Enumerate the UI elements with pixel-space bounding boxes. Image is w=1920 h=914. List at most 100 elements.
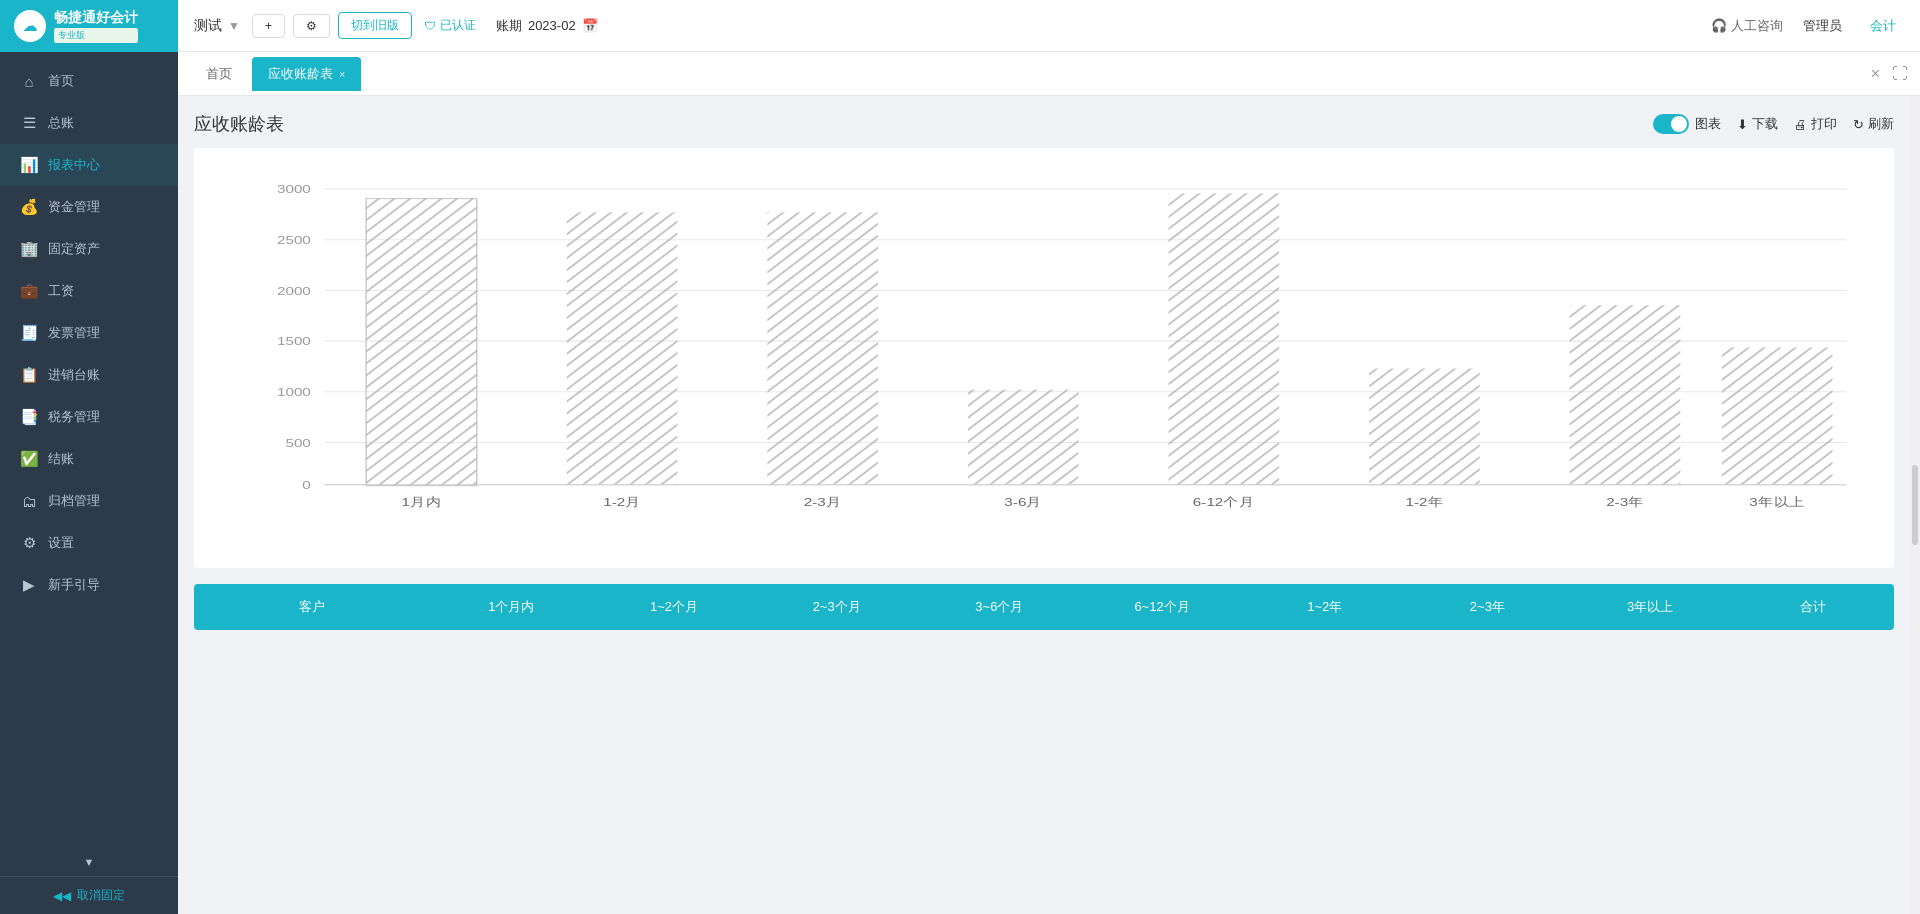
scroll-down-btn[interactable]: ▼ [0,848,178,876]
support-label: 人工咨询 [1731,17,1783,35]
sidebar-item-label-guide: 新手引导 [48,576,100,594]
settings-btn[interactable]: ⚙ [293,14,330,38]
support-btn[interactable]: 🎧 人工咨询 [1711,17,1783,35]
topbar-cert: 🛡 已认证 [424,17,476,34]
table-header-cell: 6~12个月 [1081,584,1244,630]
sidebar-item-guide[interactable]: ▶ 新手引导 [0,564,178,606]
svg-text:1月内: 1月内 [402,495,442,508]
tab-receivable-aging[interactable]: 应收账龄表 × [252,57,361,91]
refresh-label: 刷新 [1868,115,1894,133]
switch-version-btn[interactable]: 切到旧版 [338,12,412,39]
sidebar-pin-btn[interactable]: ◀◀ 取消固定 [0,876,178,914]
chart-container: 0 500 1000 1500 2000 2500 3000 [194,148,1894,568]
sidebar-item-settle[interactable]: ✅ 结账 [0,438,178,480]
svg-text:2500: 2500 [277,234,311,247]
home-icon: ⌂ [20,73,38,90]
svg-text:6-12个月: 6-12个月 [1193,495,1255,508]
logo-name: 畅捷通好会计 [54,9,138,26]
cert-label: 已认证 [440,17,476,34]
sidebar-item-label-trade: 进销台账 [48,366,100,384]
support-icon: 🎧 [1711,18,1727,33]
svg-text:1000: 1000 [277,386,311,399]
svg-rect-16 [567,212,678,484]
chart-toggle-switch[interactable] [1653,114,1689,134]
topbar-period[interactable]: 账期 2023-02 📅 [496,17,598,35]
table-header-cell: 1~2年 [1243,584,1406,630]
scrollbar-track[interactable] [1910,96,1920,914]
sidebar-item-wages[interactable]: 💼 工资 [0,270,178,312]
download-btn[interactable]: ⬇ 下载 [1737,115,1778,133]
period-label: 账期 [496,17,522,35]
role-btn[interactable]: 会计 [1862,13,1904,39]
trade-icon: 📋 [20,366,38,384]
sidebar-item-label-wages: 工资 [48,282,74,300]
sidebar-item-label-reports: 报表中心 [48,156,100,174]
table-header-cell: 3年以上 [1569,584,1732,630]
sidebar-item-reports[interactable]: 📊 报表中心 [0,144,178,186]
logo-badge: 专业版 [54,28,138,43]
close-window-btn[interactable]: × [1871,65,1880,83]
table-header-cell: 2~3年 [1406,584,1569,630]
scrollbar-thumb[interactable] [1912,465,1918,545]
print-btn[interactable]: 🖨 打印 [1794,115,1837,133]
svg-text:500: 500 [285,436,310,449]
svg-text:2-3年: 2-3年 [1606,495,1644,508]
sidebar-item-label-tax: 税务管理 [48,408,100,426]
refresh-btn[interactable]: ↻ 刷新 [1853,115,1894,133]
sidebar-item-label-home: 首页 [48,72,74,90]
expand-window-btn[interactable]: ⛶ [1892,65,1908,83]
logo-icon: ☁ [14,10,46,42]
sidebar-item-funds[interactable]: 💰 资金管理 [0,186,178,228]
table-header-cell: 客户 [194,584,430,630]
sidebar-item-ledger[interactable]: ☰ 总账 [0,102,178,144]
sidebar-item-archive[interactable]: 🗂 归档管理 [0,480,178,522]
sidebar-item-label-invoices: 发票管理 [48,324,100,342]
pin-left-icon: ◀◀ [53,889,71,903]
chart-toggle-group: 图表 [1653,114,1721,134]
chart-svg-wrapper: 0 500 1000 1500 2000 2500 3000 [214,168,1874,548]
period-value: 2023-02 [528,18,576,33]
download-icon: ⬇ [1737,117,1748,132]
svg-text:3-6月: 3-6月 [1004,495,1042,508]
sidebar-nav: ⌂ 首页 ☰ 总账 📊 报表中心 💰 资金管理 🏢 固定资产 💼 工资 🧾 发票… [0,52,178,848]
svg-text:1-2月: 1-2月 [603,495,641,508]
sidebar-item-trade[interactable]: 📋 进销台账 [0,354,178,396]
svg-rect-18 [968,390,1079,485]
calendar-icon: 📅 [582,18,598,33]
print-label: 打印 [1811,115,1837,133]
svg-rect-20 [1369,369,1480,485]
sidebar-item-tax[interactable]: 📑 税务管理 [0,396,178,438]
print-icon: 🖨 [1794,117,1807,132]
tab-active-label: 应收账龄表 [268,65,333,83]
sidebar: ☁ 畅捷通好会计 专业版 ⌂ 首页 ☰ 总账 📊 报表中心 💰 资金管理 🏢 固… [0,0,178,914]
tab-close-icon[interactable]: × [339,68,345,80]
sidebar-logo: ☁ 畅捷通好会计 专业版 [0,0,178,52]
sidebar-item-settings[interactable]: ⚙ 设置 [0,522,178,564]
content-area: 应收账龄表 图表 ⬇ 下载 🖨 打印 ↻ [178,96,1920,914]
sidebar-item-label-settings: 设置 [48,534,74,552]
sidebar-item-assets[interactable]: 🏢 固定资产 [0,228,178,270]
sidebar-item-home[interactable]: ⌂ 首页 [0,60,178,102]
sidebar-item-label-ledger: 总账 [48,114,74,132]
table-header-cell: 2~3个月 [755,584,918,630]
reports-icon: 📊 [20,156,38,174]
table-header-cell: 合计 [1731,584,1894,630]
topbar-actions: + ⚙ 切到旧版 [252,12,412,39]
sidebar-item-label-assets: 固定资产 [48,240,100,258]
table-container: 客户1个月内1~2个月2~3个月3~6个月6~12个月1~2年2~3年3年以上合… [194,584,1894,630]
tab-home[interactable]: 首页 [190,57,248,91]
admin-btn[interactable]: 管理员 [1795,13,1850,39]
bar-chart-svg: 0 500 1000 1500 2000 2500 3000 [214,168,1874,548]
chart-toggle-label: 图表 [1695,115,1721,133]
sidebar-item-invoices[interactable]: 🧾 发票管理 [0,312,178,354]
topbar-project[interactable]: 测试 ▼ [194,17,240,35]
sidebar-item-label-funds: 资金管理 [48,198,100,216]
table-header-cell: 1个月内 [430,584,593,630]
project-name: 测试 [194,17,222,35]
settings-icon: ⚙ [20,534,38,552]
page-actions: 图表 ⬇ 下载 🖨 打印 ↻ 刷新 [1653,114,1894,134]
svg-rect-22 [1722,347,1833,484]
table-header-cell: 1~2个月 [593,584,756,630]
wages-icon: 💼 [20,282,38,300]
add-btn[interactable]: + [252,14,285,38]
